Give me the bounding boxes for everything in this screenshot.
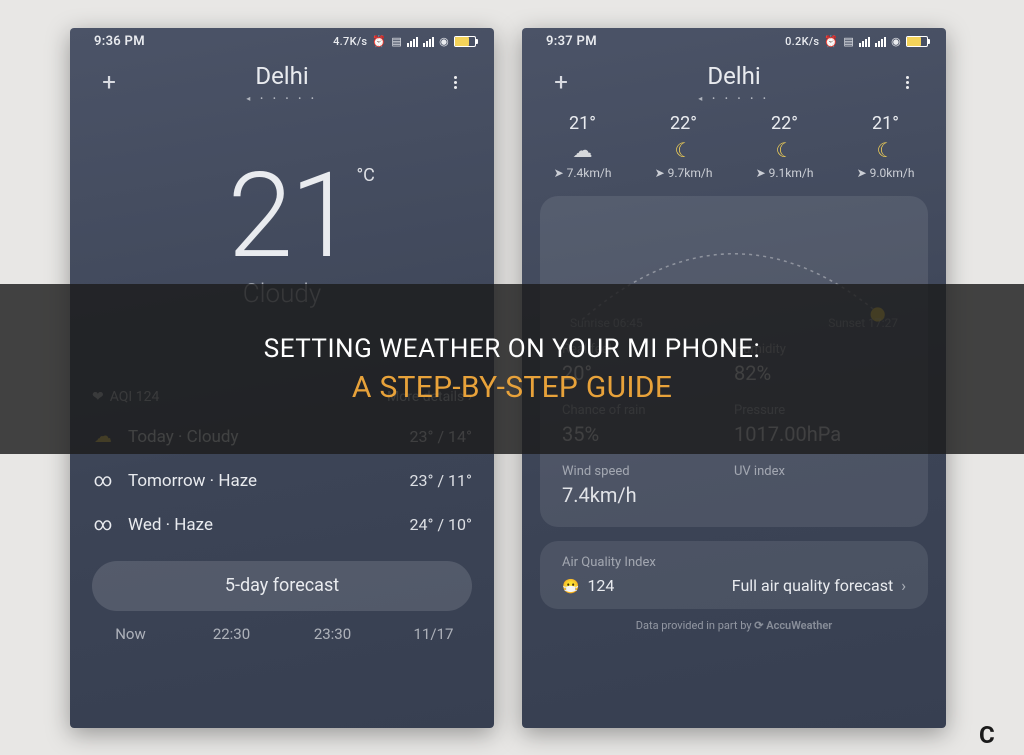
wind-arrow-icon: ➤ — [756, 166, 766, 180]
hourly-cell: 22°☾➤ 9.1km/h — [734, 113, 835, 180]
signal-icon-1 — [859, 37, 870, 47]
haze-icon: ∞ — [92, 470, 114, 491]
hourly-cell: Now — [80, 625, 181, 643]
status-right: 0.2K/s ⏰ ▤ ◉ — [785, 35, 928, 48]
aqi-card[interactable]: Air Quality Index 😷 124 Full air quality … — [540, 541, 928, 609]
forecast-row[interactable]: ∞Tomorrow · Haze 23° / 11° — [92, 459, 472, 503]
haze-icon: ∞ — [92, 514, 114, 535]
hourly-cell: 22:30 — [181, 625, 282, 643]
aqi-title: Air Quality Index — [562, 555, 906, 570]
add-city-button[interactable]: + — [544, 68, 578, 96]
net-speed: 0.2K/s — [785, 35, 819, 48]
wifi-icon: ◉ — [891, 35, 901, 48]
caption-overlay: SETTING WEATHER ON YOUR MI PHONE: A STEP… — [0, 284, 1024, 454]
signal-icon-2 — [875, 37, 886, 47]
status-right: 4.7K/s ⏰ ▤ ◉ — [333, 35, 476, 48]
aqi-value: 124 — [587, 576, 614, 595]
uv-index: UV index — [734, 464, 906, 507]
forecast-row[interactable]: ∞Wed · Haze 24° / 10° — [92, 503, 472, 547]
chevron-right-icon: › — [897, 576, 906, 595]
wind-arrow-icon: ➤ — [655, 166, 665, 180]
wifi-icon: ◉ — [439, 35, 449, 48]
status-bar: 9:37 PM 0.2K/s ⏰ ▤ ◉ — [522, 28, 946, 56]
temp-unit: °C — [356, 165, 374, 186]
city-selector[interactable]: Delhi ◂ • • • • • — [246, 62, 317, 103]
hourly-cell: 21°☁➤ 7.4km/h — [532, 113, 633, 180]
data-provider: Data provided in part by ⟳ AccuWeather — [522, 619, 946, 632]
wind-speed: Wind speed7.4km/h — [562, 464, 734, 507]
moon-icon: ☾ — [734, 138, 835, 162]
volte-icon: ▤ — [391, 35, 402, 48]
status-bar: 9:36 PM 4.7K/s ⏰ ▤ ◉ — [70, 28, 494, 56]
hourly-forecast-row[interactable]: 21°☁➤ 7.4km/h 22°☾➤ 9.7km/h 22°☾➤ 9.1km/… — [522, 103, 946, 180]
net-speed: 4.7K/s — [333, 35, 367, 48]
hourly-cell: 21°☾➤ 9.0km/h — [835, 113, 936, 180]
partly-cloudy-night-icon: ☁ — [532, 138, 633, 162]
add-city-button[interactable]: + — [92, 68, 126, 96]
volte-icon: ▤ — [843, 35, 854, 48]
city-selector[interactable]: Delhi ◂ • • • • • — [698, 62, 769, 103]
city-name: Delhi — [698, 62, 769, 90]
status-time: 9:36 PM — [94, 34, 145, 49]
caption-line-1: SETTING WEATHER ON YOUR MI PHONE: — [264, 334, 760, 364]
city-pager-dots: ◂ • • • • • — [698, 94, 769, 103]
hourly-cell: 11/17 — [383, 625, 484, 643]
wind-arrow-icon: ➤ — [857, 166, 867, 180]
alarm-icon: ⏰ — [372, 35, 386, 48]
battery-icon — [906, 36, 928, 47]
wind-arrow-icon: ➤ — [554, 166, 564, 180]
city-name: Delhi — [246, 62, 317, 90]
watermark: CyC — [979, 721, 1024, 749]
alarm-icon: ⏰ — [824, 35, 838, 48]
city-pager-dots: ◂ • • • • • — [246, 94, 317, 103]
moon-icon: ☾ — [633, 138, 734, 162]
temp-value: 21 — [228, 157, 353, 275]
hourly-cell: 23:30 — [282, 625, 383, 643]
battery-icon — [454, 36, 476, 47]
signal-icon-2 — [423, 37, 434, 47]
more-options-button[interactable] — [890, 76, 924, 89]
mask-icon: 😷 — [562, 579, 579, 595]
full-aqi-link[interactable]: Full air quality forecast › — [732, 576, 906, 595]
hourly-strip[interactable]: Now 22:30 23:30 11/17 — [70, 611, 494, 643]
more-options-button[interactable] — [438, 76, 472, 89]
moon-icon: ☾ — [835, 138, 936, 162]
hourly-cell: 22°☾➤ 9.7km/h — [633, 113, 734, 180]
signal-icon-1 — [407, 37, 418, 47]
status-time: 9:37 PM — [546, 34, 597, 49]
caption-line-2: A STEP-BY-STEP GUIDE — [352, 370, 672, 405]
five-day-forecast-button[interactable]: 5-day forecast — [92, 561, 472, 611]
